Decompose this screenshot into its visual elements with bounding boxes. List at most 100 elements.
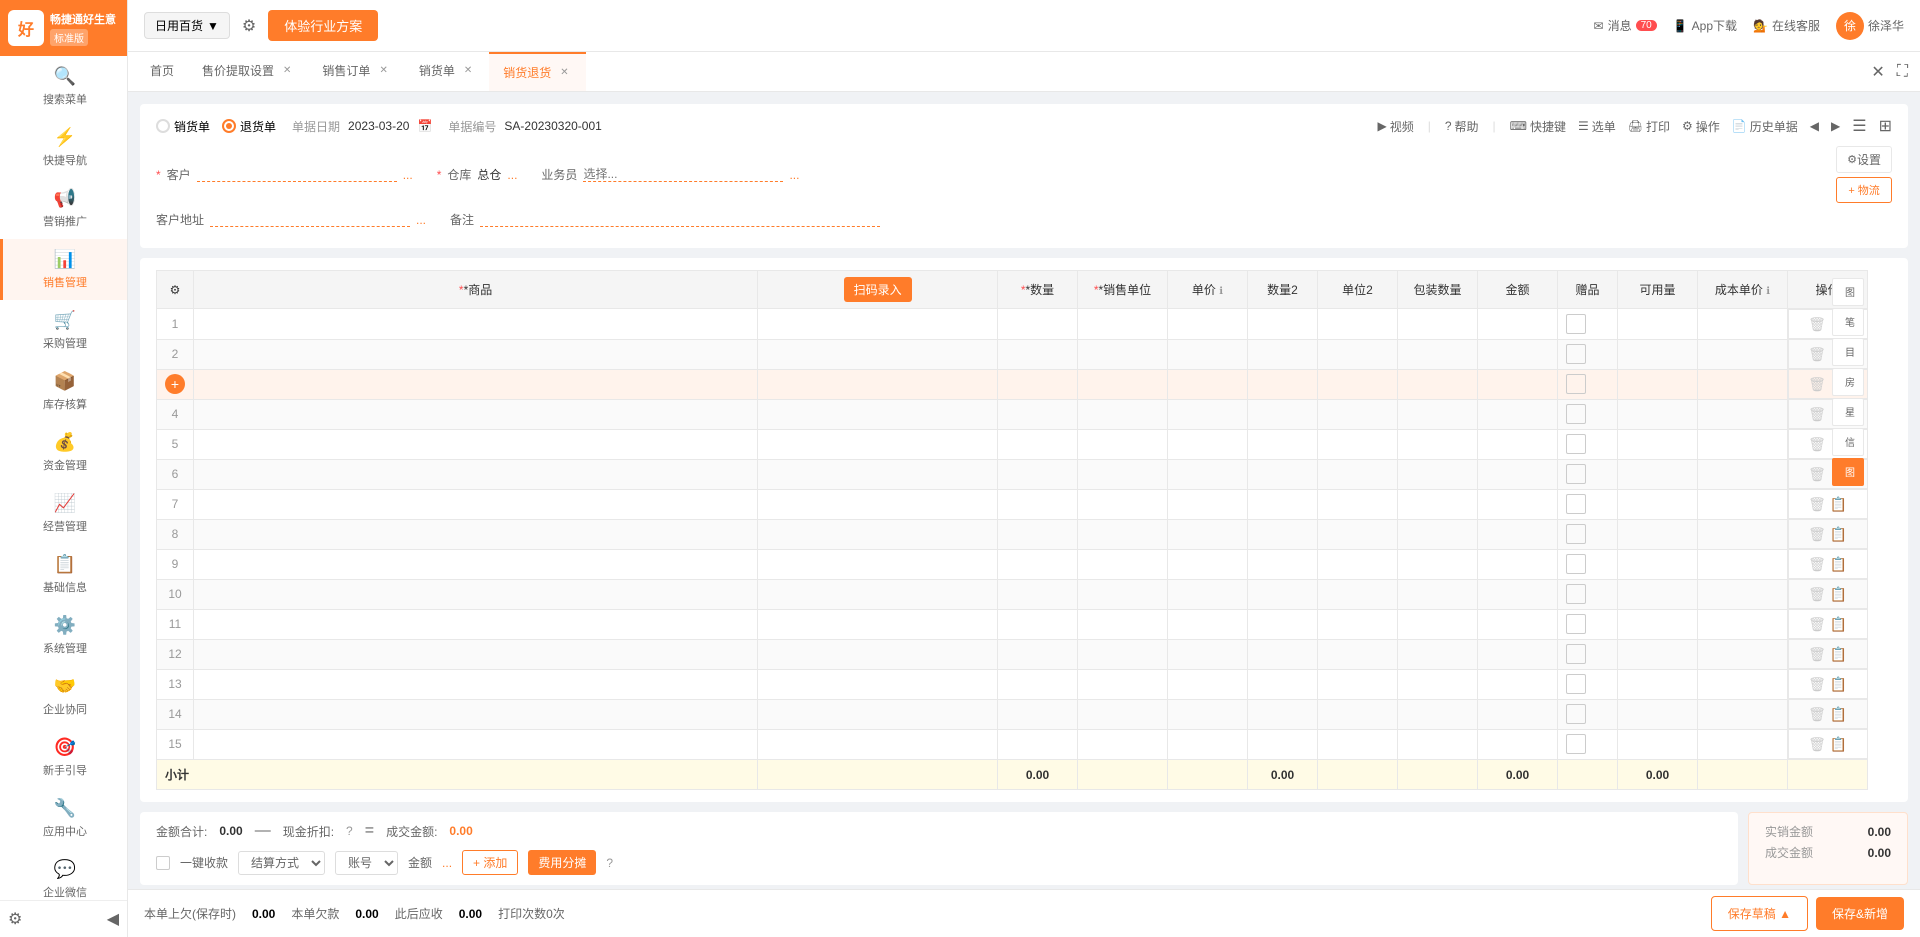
gift-checkbox-1[interactable] — [1566, 314, 1586, 334]
history-btn[interactable]: 📄 历史单据 — [1732, 118, 1798, 135]
customer-input[interactable] — [197, 167, 397, 182]
sidebar-item-partner[interactable]: 🤝 企业协同 — [0, 666, 127, 727]
sidebar-item-search[interactable]: 🔍 搜索菜单 — [0, 56, 127, 117]
right-btn-1[interactable]: 图 — [1832, 278, 1864, 306]
delete-row-4[interactable]: 🗑 — [1808, 406, 1826, 423]
delete-row-3[interactable]: 🗑 — [1808, 376, 1826, 393]
delete-row-6[interactable]: 🗑 — [1808, 466, 1826, 483]
right-btn-2[interactable]: 笔 — [1832, 308, 1864, 336]
fee-split-btn[interactable]: 费用分摊 — [528, 850, 596, 875]
delete-row-11[interactable]: 🗑 — [1808, 616, 1826, 633]
tab-close-sales-shipment[interactable]: ✕ — [461, 64, 475, 77]
calc-method-select[interactable]: 结算方式 — [238, 851, 325, 875]
list-view-icon[interactable]: ☰ — [1852, 116, 1866, 136]
calendar-icon[interactable]: 📅 — [417, 119, 432, 133]
close-tab-button[interactable]: ✕ — [1867, 58, 1888, 86]
sidebar-item-marketing[interactable]: 📢 营销推广 — [0, 178, 127, 239]
tab-price-settings[interactable]: 售价提取设置 ✕ — [188, 52, 308, 91]
delete-row-9[interactable]: 🗑 — [1808, 556, 1826, 573]
address-input[interactable] — [210, 212, 410, 227]
salesman-select-btn[interactable]: ... — [789, 168, 799, 182]
sidebar-item-finance[interactable]: 💰 资金管理 — [0, 422, 127, 483]
delete-row-5[interactable]: 🗑 — [1808, 436, 1826, 453]
experience-button[interactable]: 体验行业方案 — [268, 10, 378, 41]
address-select-btn[interactable]: ... — [416, 213, 426, 227]
video-btn[interactable]: ▶ 视频 — [1377, 118, 1413, 135]
online-service-btn[interactable]: 💁 在线客服 — [1753, 17, 1820, 34]
delete-row-14[interactable]: 🗑 — [1808, 706, 1826, 723]
fullscreen-button[interactable]: ⛶ — [1893, 58, 1912, 86]
gift-checkbox-4[interactable] — [1566, 404, 1586, 424]
app-download-btn[interactable]: 📱 App下载 — [1673, 17, 1737, 34]
radio-sales-shipment[interactable]: 销货单 — [156, 118, 210, 135]
add-payment-btn[interactable]: + 添加 — [462, 850, 518, 875]
add-logistics-btn[interactable]: + 物流 — [1836, 177, 1892, 203]
add-row-button[interactable]: + — [165, 374, 185, 394]
operate-btn[interactable]: ⚙ 操作 — [1682, 118, 1720, 135]
sidebar-item-shortcut[interactable]: ⚡ 快捷导航 — [0, 117, 127, 178]
nav-next-icon[interactable]: ▶ — [1831, 119, 1840, 133]
sidebar-item-newbie[interactable]: 🎯 新手引导 — [0, 727, 127, 788]
gift-checkbox-7[interactable] — [1566, 494, 1586, 514]
select-doc-btn[interactable]: ☰ 选单 — [1578, 118, 1616, 135]
settings-btn[interactable]: ⚙ 设置 — [1836, 146, 1892, 173]
delete-row-8[interactable]: 🗑 — [1808, 526, 1826, 543]
scan-entry-btn[interactable]: 扫码录入 — [844, 277, 912, 302]
sidebar-item-basic[interactable]: 📋 基础信息 — [0, 544, 127, 605]
gift-checkbox-12[interactable] — [1566, 644, 1586, 664]
right-btn-5[interactable]: 星 — [1832, 398, 1864, 426]
col-header-gear[interactable]: ⚙ — [157, 271, 194, 309]
radio-sales-return[interactable]: 退货单 — [222, 118, 276, 135]
print-btn[interactable]: 🖨 打印 — [1628, 118, 1670, 135]
sidebar-item-inventory[interactable]: 📦 库存核算 — [0, 361, 127, 422]
sidebar-item-sales[interactable]: 📊 销售管理 — [0, 239, 127, 300]
delete-row-15[interactable]: 🗑 — [1808, 736, 1826, 753]
warehouse-select-btn[interactable]: ... — [507, 168, 517, 182]
sidebar-item-purchase[interactable]: 🛒 采购管理 — [0, 300, 127, 361]
customer-select-btn[interactable]: ... — [403, 168, 413, 182]
tab-close-price-settings[interactable]: ✕ — [280, 64, 294, 77]
collapse-icon[interactable]: ◀ — [107, 909, 119, 929]
save-draft-button[interactable]: 保存草稿 ▲ — [1711, 896, 1808, 931]
sidebar-item-system[interactable]: ⚙️ 系统管理 — [0, 605, 127, 666]
right-btn-3[interactable]: 目 — [1832, 338, 1864, 366]
tab-sales-order[interactable]: 销售订单 ✕ — [308, 52, 404, 91]
gift-checkbox-6[interactable] — [1566, 464, 1586, 484]
account-select[interactable]: 账号 — [335, 851, 398, 875]
tab-close-sales-return[interactable]: ✕ — [557, 66, 571, 79]
nav-prev-icon[interactable]: ◀ — [1810, 119, 1819, 133]
delete-row-7[interactable]: 🗑 — [1808, 496, 1826, 513]
right-btn-7[interactable]: 图 — [1832, 458, 1864, 486]
right-btn-6[interactable]: 信 — [1832, 428, 1864, 456]
gift-checkbox-15[interactable] — [1566, 734, 1586, 754]
fee-help-icon[interactable]: ? — [606, 856, 613, 870]
product-cell-1[interactable] — [194, 309, 758, 340]
gift-checkbox-5[interactable] — [1566, 434, 1586, 454]
delete-row-1[interactable]: 🗑 — [1808, 316, 1826, 333]
help-btn[interactable]: ? 帮助 — [1445, 118, 1479, 135]
gift-checkbox-14[interactable] — [1566, 704, 1586, 724]
tab-sales-shipment[interactable]: 销货单 ✕ — [405, 52, 489, 91]
right-btn-4[interactable]: 房 — [1832, 368, 1864, 396]
gift-checkbox-10[interactable] — [1566, 584, 1586, 604]
delete-row-10[interactable]: 🗑 — [1808, 586, 1826, 603]
discount-help-icon[interactable]: ? — [346, 824, 353, 838]
gift-checkbox-11[interactable] — [1566, 614, 1586, 634]
gift-checkbox-3[interactable] — [1566, 374, 1586, 394]
settings-icon[interactable]: ⚙ — [242, 16, 256, 36]
sidebar-item-app-center[interactable]: 🔧 应用中心 — [0, 788, 127, 849]
save-new-button[interactable]: 保存&新增 — [1816, 897, 1904, 930]
delete-row-13[interactable]: 🗑 — [1808, 676, 1826, 693]
delete-row-2[interactable]: 🗑 — [1808, 346, 1826, 363]
user-menu[interactable]: 徐 徐泽华 — [1836, 12, 1904, 40]
sidebar-item-wechat[interactable]: 💬 企业微信 — [0, 849, 127, 900]
product-input-active[interactable] — [202, 377, 749, 391]
tab-close-sales-order[interactable]: ✕ — [376, 64, 390, 77]
gift-checkbox-9[interactable] — [1566, 554, 1586, 574]
sidebar-item-operation[interactable]: 📈 经营管理 — [0, 483, 127, 544]
settings-gear-icon[interactable]: ⚙ — [8, 909, 22, 929]
gift-checkbox-2[interactable] — [1566, 344, 1586, 364]
gift-checkbox-13[interactable] — [1566, 674, 1586, 694]
message-btn[interactable]: ✉ 消息 70 — [1594, 17, 1657, 34]
delete-row-12[interactable]: 🗑 — [1808, 646, 1826, 663]
